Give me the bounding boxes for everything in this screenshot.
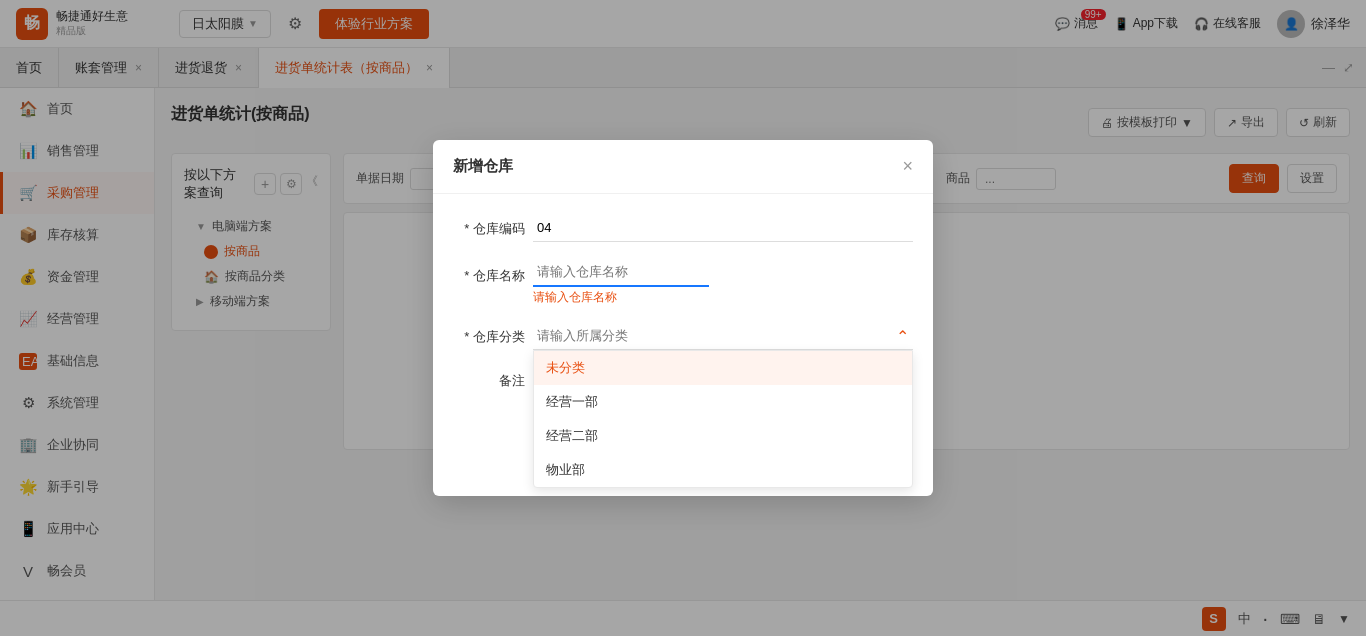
category-arrow-icon[interactable]: ⌃ bbox=[896, 327, 909, 346]
modal-overlay: 新增仓库 × * 仓库编码 * 仓库名称 请输入仓库名称 bbox=[0, 0, 1366, 636]
modal-title: 新增仓库 bbox=[453, 157, 513, 176]
category-label: * 仓库分类 bbox=[453, 322, 533, 346]
dropdown-item-uncategorized[interactable]: 未分类 bbox=[534, 351, 912, 385]
warehouse-name-row: * 仓库名称 请输入仓库名称 bbox=[453, 258, 913, 306]
name-label: * 仓库名称 bbox=[453, 261, 533, 285]
warehouse-name-input[interactable] bbox=[533, 258, 709, 287]
name-error-message: 请输入仓库名称 bbox=[533, 289, 617, 306]
code-label: * 仓库编码 bbox=[453, 214, 533, 238]
modal-body: * 仓库编码 * 仓库名称 请输入仓库名称 * 仓库分类 ⌃ bbox=[433, 194, 933, 434]
category-select-wrapper: ⌃ 未分类 经营一部 经营二部 物业部 bbox=[533, 322, 913, 350]
dropdown-item-ops2[interactable]: 经营二部 bbox=[534, 419, 912, 453]
category-input[interactable] bbox=[533, 322, 913, 350]
dropdown-item-property[interactable]: 物业部 bbox=[534, 453, 912, 487]
warehouse-code-row: * 仓库编码 bbox=[453, 214, 913, 242]
remark-label: 备注 bbox=[453, 366, 533, 390]
modal-header: 新增仓库 × bbox=[433, 140, 933, 194]
category-dropdown: 未分类 经营一部 经营二部 物业部 bbox=[533, 350, 913, 488]
warehouse-category-row: * 仓库分类 ⌃ 未分类 经营一部 经营二部 物业部 bbox=[453, 322, 913, 350]
modal-close-button[interactable]: × bbox=[902, 156, 913, 177]
warehouse-code-input[interactable] bbox=[533, 214, 913, 242]
new-warehouse-modal: 新增仓库 × * 仓库编码 * 仓库名称 请输入仓库名称 bbox=[433, 140, 933, 496]
dropdown-item-ops1[interactable]: 经营一部 bbox=[534, 385, 912, 419]
